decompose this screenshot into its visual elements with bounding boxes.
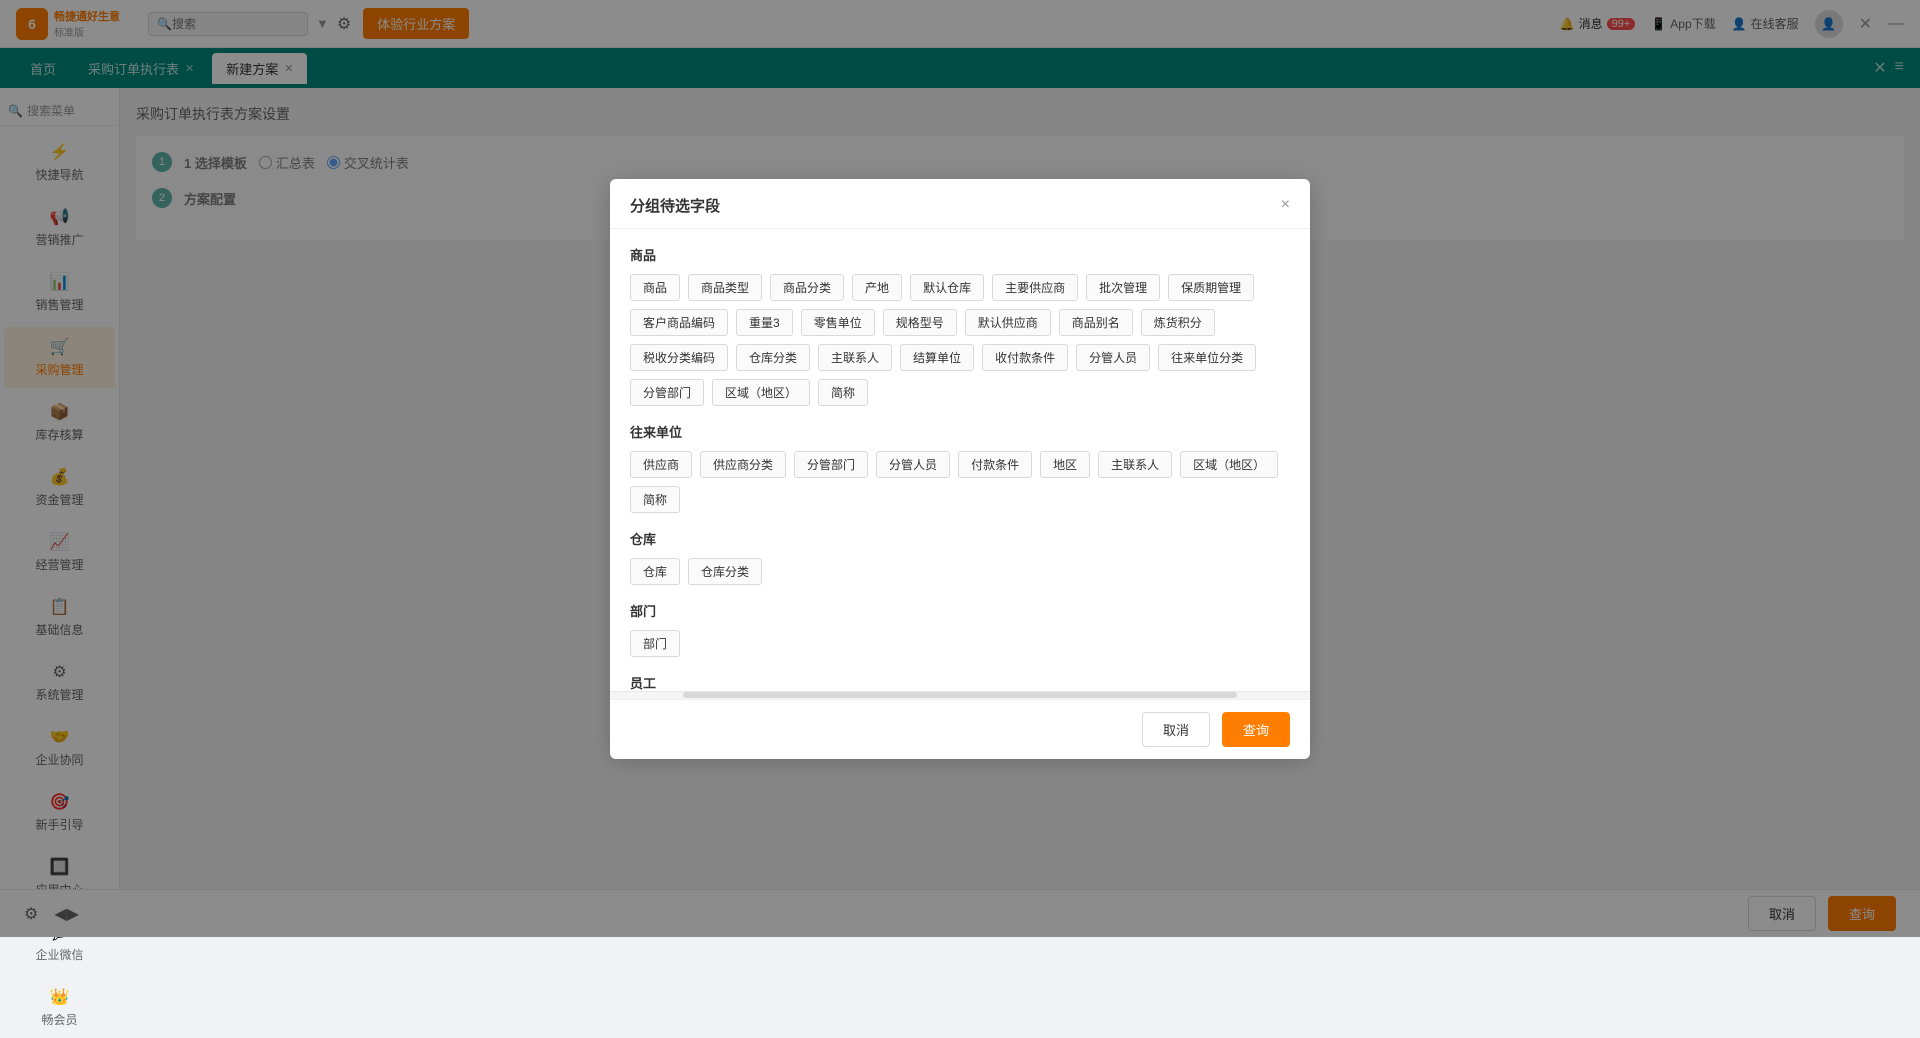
field-tag-supervisor[interactable]: 分管人员 [1076, 344, 1150, 371]
field-tag-warehouse-category[interactable]: 仓库分类 [736, 344, 810, 371]
field-tag-goods-type[interactable]: 商品类型 [688, 274, 762, 301]
field-tag-default-supplier[interactable]: 默认供应商 [965, 309, 1051, 336]
section-partner-tags: 供应商 供应商分类 分管部门 分管人员 付款条件 地区 主联系人 区域（地区） … [630, 451, 1290, 513]
field-tag-retail-unit[interactable]: 零售单位 [801, 309, 875, 336]
modal-footer: 取消 查询 [610, 699, 1310, 759]
wechat-label: 企业微信 [35, 946, 83, 963]
field-tag-refine-points[interactable]: 炼货积分 [1141, 309, 1215, 336]
field-tag-warehouse[interactable]: 仓库 [630, 558, 680, 585]
field-tag-settlement-unit[interactable]: 结算单位 [900, 344, 974, 371]
field-tag-area-partner[interactable]: 地区 [1040, 451, 1090, 478]
field-tag-supplier[interactable]: 供应商 [630, 451, 692, 478]
field-tag-supplier-category[interactable]: 供应商分类 [700, 451, 786, 478]
field-select-modal: 分组待选字段 × 商品 商品 商品类型 商品分类 产地 默认仓库 主要供应商 批… [610, 179, 1310, 759]
section-dept: 部门 部门 [630, 601, 1290, 657]
section-warehouse-title: 仓库 [630, 529, 1290, 548]
modal-overlay: 分组待选字段 × 商品 商品 商品类型 商品分类 产地 默认仓库 主要供应商 批… [0, 0, 1920, 937]
section-goods: 商品 商品 商品类型 商品分类 产地 默认仓库 主要供应商 批次管理 保质期管理… [630, 245, 1290, 406]
modal-title: 分组待选字段 [630, 195, 720, 216]
section-dept-tags: 部门 [630, 630, 1290, 657]
modal-horizontal-scrollbar[interactable] [610, 691, 1310, 698]
field-tag-payment-terms[interactable]: 收付款条件 [982, 344, 1068, 371]
field-tag-goods-alias[interactable]: 商品别名 [1059, 309, 1133, 336]
section-employee: 员工 业务员 [630, 673, 1290, 692]
member-label: 畅会员 [41, 1011, 77, 1028]
field-tag-contact-partner[interactable]: 主联系人 [1098, 451, 1172, 478]
field-tag-dept-mgmt[interactable]: 分管部门 [630, 379, 704, 406]
field-tag-spec-model[interactable]: 规格型号 [883, 309, 957, 336]
section-partner: 往来单位 供应商 供应商分类 分管部门 分管人员 付款条件 地区 主联系人 区域… [630, 422, 1290, 513]
section-goods-title: 商品 [630, 245, 1290, 264]
field-tag-batch-mgmt[interactable]: 批次管理 [1086, 274, 1160, 301]
field-tag-warehouse-cat[interactable]: 仓库分类 [688, 558, 762, 585]
field-tag-goods-category[interactable]: 商品分类 [770, 274, 844, 301]
field-tag-partner-category[interactable]: 往来单位分类 [1158, 344, 1256, 371]
field-tag-dept-partner[interactable]: 分管部门 [794, 451, 868, 478]
field-tag-region-partner[interactable]: 区域（地区） [1180, 451, 1278, 478]
section-dept-title: 部门 [630, 601, 1290, 620]
field-tag-short-name-partner[interactable]: 简称 [630, 486, 680, 513]
field-tag-payment-cond[interactable]: 付款条件 [958, 451, 1032, 478]
section-warehouse-tags: 仓库 仓库分类 [630, 558, 1290, 585]
field-tag-customer-code[interactable]: 客户商品编码 [630, 309, 728, 336]
member-icon: 👑 [50, 987, 70, 1007]
field-tag-tax-code[interactable]: 税收分类编码 [630, 344, 728, 371]
field-tag-short-name-goods[interactable]: 简称 [818, 379, 868, 406]
section-warehouse: 仓库 仓库 仓库分类 [630, 529, 1290, 585]
modal-body: 商品 商品 商品类型 商品分类 产地 默认仓库 主要供应商 批次管理 保质期管理… [610, 229, 1310, 692]
field-tag-weight3[interactable]: 重量3 [736, 309, 793, 336]
section-partner-title: 往来单位 [630, 422, 1290, 441]
section-employee-title: 员工 [630, 673, 1290, 692]
field-tag-main-contact[interactable]: 主联系人 [818, 344, 892, 371]
field-tag-dept[interactable]: 部门 [630, 630, 680, 657]
modal-close-button[interactable]: × [1281, 196, 1290, 214]
modal-header: 分组待选字段 × [610, 179, 1310, 229]
confirm-button[interactable]: 查询 [1222, 712, 1290, 747]
field-tag-main-supplier[interactable]: 主要供应商 [992, 274, 1078, 301]
field-tag-origin[interactable]: 产地 [852, 274, 902, 301]
field-tag-region-goods[interactable]: 区域（地区） [712, 379, 810, 406]
field-tag-goods[interactable]: 商品 [630, 274, 680, 301]
sidebar-item-member[interactable]: 👑 畅会员 [4, 977, 115, 1038]
section-goods-tags: 商品 商品类型 商品分类 产地 默认仓库 主要供应商 批次管理 保质期管理 客户… [630, 274, 1290, 406]
field-tag-expiry-mgmt[interactable]: 保质期管理 [1168, 274, 1254, 301]
cancel-button[interactable]: 取消 [1142, 712, 1210, 747]
field-tag-default-warehouse[interactable]: 默认仓库 [910, 274, 984, 301]
field-tag-person-partner[interactable]: 分管人员 [876, 451, 950, 478]
modal-hscroll-thumb [683, 692, 1237, 698]
